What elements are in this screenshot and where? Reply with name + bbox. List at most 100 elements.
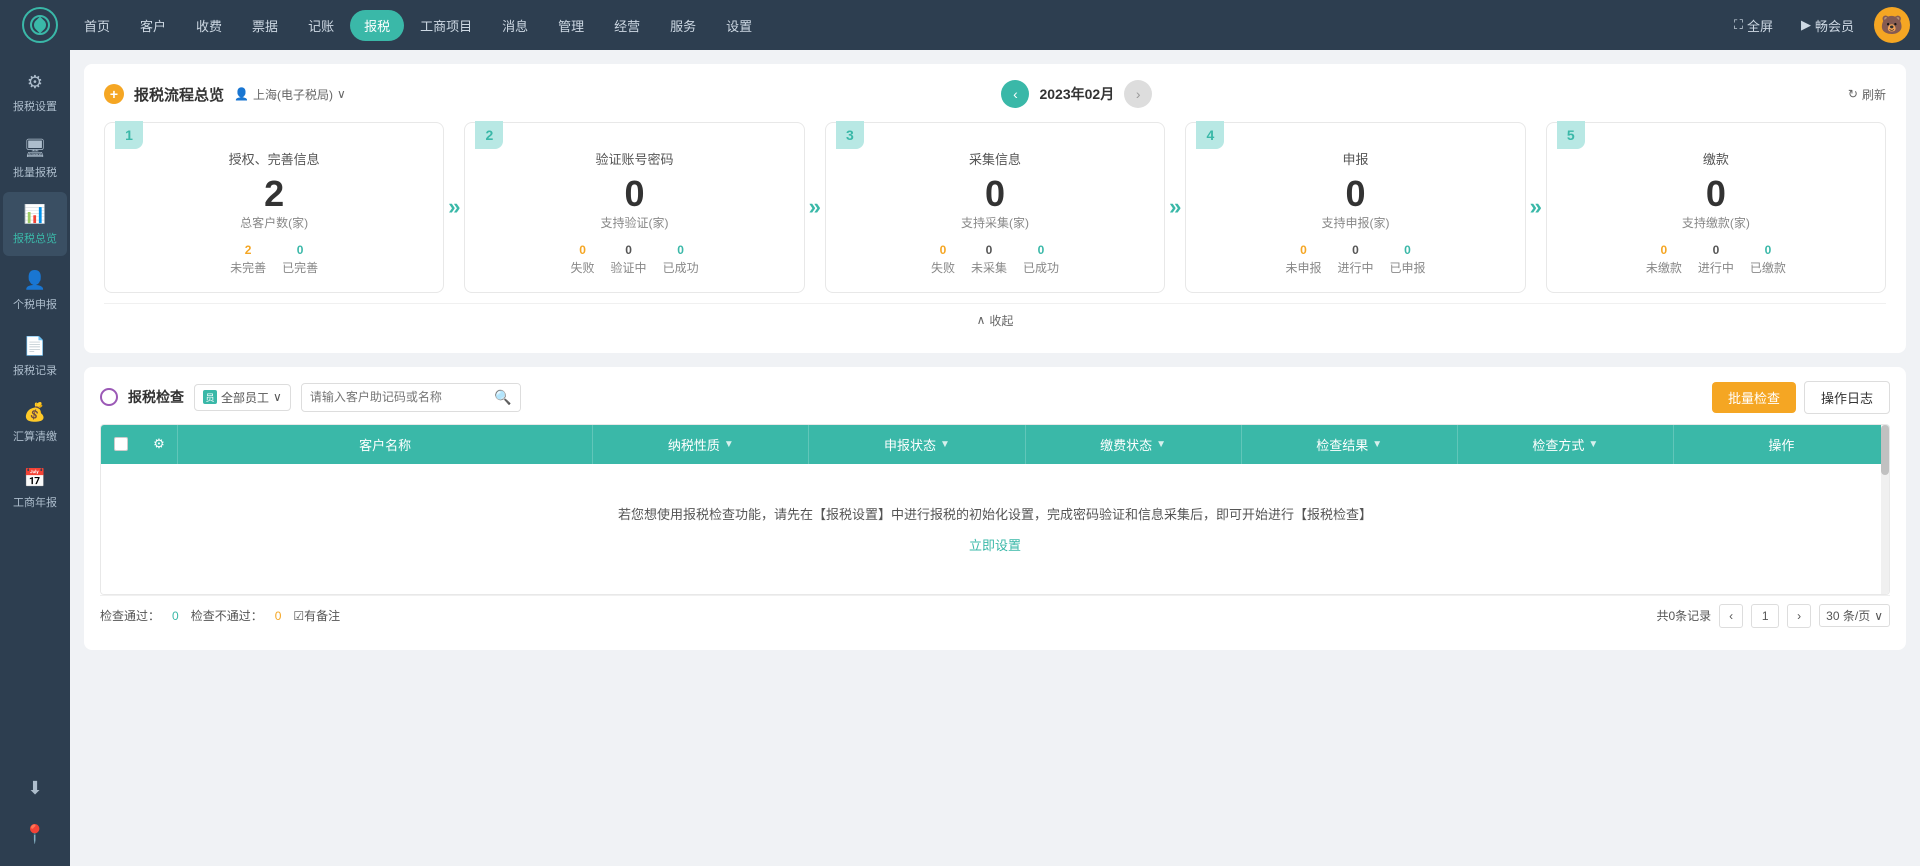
- total-records: 共0条记录: [1656, 607, 1711, 624]
- step-number-2: 2: [475, 121, 503, 149]
- th-tax-nature-text: 纳税性质: [668, 435, 720, 454]
- next-month-button[interactable]: ›: [1124, 80, 1152, 108]
- prev-page-button[interactable]: ‹: [1719, 604, 1743, 628]
- fullscreen-button[interactable]: ⛶ 全屏: [1726, 12, 1781, 39]
- page-size-selector[interactable]: 30 条/页 ∨: [1819, 604, 1890, 627]
- stat-label-uncollected-3: 未采集: [971, 259, 1007, 276]
- vip-button[interactable]: ▶ 畅会员: [1793, 12, 1862, 39]
- fail-label: 检查不通过：: [191, 607, 263, 624]
- sidebar-item-tax-overview[interactable]: 📊 报税总览: [3, 192, 67, 256]
- step-unit-5: 支持缴款(家): [1563, 214, 1869, 231]
- th-tax-nature[interactable]: 纳税性质 ▼: [592, 425, 808, 464]
- stat-label-verifying-2: 验证中: [611, 259, 647, 276]
- check-icon: [100, 388, 118, 406]
- tax-check-title: 报税检查: [128, 387, 184, 407]
- add-icon[interactable]: +: [104, 84, 124, 104]
- sidebar-item-tax-records[interactable]: 📄 报税记录: [3, 324, 67, 388]
- nav-settings[interactable]: 设置: [712, 10, 766, 41]
- refresh-icon: ↻: [1848, 87, 1858, 101]
- th-customer-name-text: 客户名称: [359, 435, 411, 454]
- fullscreen-icon: ⛶: [1734, 17, 1743, 33]
- app-logo[interactable]: [10, 7, 70, 43]
- step-unit-1: 总客户数(家): [121, 214, 427, 231]
- sidebar-item-settlement[interactable]: 💰 汇算清缴: [3, 390, 67, 454]
- tax-overview-icon: 📊: [23, 202, 47, 226]
- nav-home[interactable]: 首页: [70, 10, 124, 41]
- step-count-5: 0: [1563, 174, 1869, 214]
- sidebar-item-download[interactable]: ⬇: [3, 766, 67, 810]
- sidebar-item-annual-report[interactable]: 📅 工商年报: [3, 456, 67, 520]
- sidebar-item-personal-filing[interactable]: 👤 个税申报: [3, 258, 67, 322]
- nav-management[interactable]: 管理: [544, 10, 598, 41]
- location-tag[interactable]: 👤 上海(电子税局) ∨: [234, 86, 346, 103]
- user-avatar[interactable]: 🐻: [1874, 7, 1910, 43]
- stat-num-filed-4: 0: [1389, 243, 1425, 257]
- step-title-5: 缴款: [1563, 149, 1869, 168]
- th-check-result-text: 检查结果: [1316, 435, 1368, 454]
- search-box: 🔍: [301, 383, 521, 412]
- th-check-result[interactable]: 检查结果 ▼: [1241, 425, 1457, 464]
- setup-link[interactable]: 立即设置: [969, 535, 1021, 554]
- next-page-button[interactable]: ›: [1787, 604, 1811, 628]
- refresh-label: 刷新: [1862, 86, 1886, 103]
- step-count-2: 0: [481, 174, 787, 214]
- operation-log-button[interactable]: 操作日志: [1804, 381, 1890, 414]
- th-check-method-text: 检查方式: [1532, 435, 1584, 454]
- nav-bills[interactable]: 票据: [238, 10, 292, 41]
- nav-industry[interactable]: 工商项目: [406, 10, 486, 41]
- personal-filing-icon: 👤: [23, 268, 47, 292]
- employee-filter[interactable]: 员 全部员工 ∨: [194, 384, 291, 411]
- th-settings[interactable]: ⚙: [141, 425, 177, 464]
- main-menu: 首页 客户 收费 票据 记账 报税 工商项目 消息 管理 经营 服务 设置: [70, 10, 1726, 41]
- th-checkbox[interactable]: [101, 425, 141, 464]
- stat-finished: 0 已完善: [282, 243, 318, 276]
- stat-label-fail-2: 失败: [571, 259, 595, 276]
- sidebar-item-batch-tax[interactable]: 🖥 批量报税: [3, 126, 67, 190]
- nav-services[interactable]: 服务: [656, 10, 710, 41]
- prev-month-button[interactable]: ‹: [1001, 80, 1029, 108]
- refresh-button[interactable]: ↻ 刷新: [1848, 86, 1886, 103]
- nav-accounting[interactable]: 记账: [294, 10, 348, 41]
- th-check-method[interactable]: 检查方式 ▼: [1457, 425, 1673, 464]
- select-all-checkbox[interactable]: [114, 437, 128, 451]
- top-nav-right: ⛶ 全屏 ▶ 畅会员 🐻: [1726, 7, 1910, 43]
- nav-customer[interactable]: 客户: [126, 10, 180, 41]
- nav-messages[interactable]: 消息: [488, 10, 542, 41]
- stat-num-success-3: 0: [1023, 243, 1059, 257]
- th-payment-status[interactable]: 缴费状态 ▼: [1025, 425, 1241, 464]
- flow-step-3: 3 采集信息 0 支持采集(家) 0 失败 0 未采集 0 已成功: [825, 122, 1165, 293]
- scrollbar-thumb[interactable]: [1881, 425, 1889, 475]
- collapse-button[interactable]: ∧ 收起: [104, 303, 1886, 337]
- stat-num-fail-3: 0: [931, 243, 955, 257]
- search-button[interactable]: 🔍: [486, 384, 519, 411]
- th-operation-text: 操作: [1768, 435, 1794, 454]
- fail-count[interactable]: 0: [275, 609, 282, 623]
- stat-label-filed-4: 已申报: [1389, 259, 1425, 276]
- filter-arrow-check-result: ▼: [1372, 439, 1382, 450]
- th-filing-status[interactable]: 申报状态 ▼: [808, 425, 1024, 464]
- top-navigation: 首页 客户 收费 票据 记账 报税 工商项目 消息 管理 经营 服务 设置 ⛶ …: [0, 0, 1920, 50]
- step-title-3: 采集信息: [842, 149, 1148, 168]
- nav-fees[interactable]: 收费: [182, 10, 236, 41]
- search-input[interactable]: [302, 385, 487, 409]
- th-filing-status-text: 申报状态: [884, 435, 936, 454]
- sidebar-label-batch-tax: 批量报税: [13, 164, 57, 180]
- month-navigation: ‹ 2023年02月 ›: [1001, 80, 1152, 108]
- note-label: ☑有备注: [293, 607, 340, 624]
- pass-count[interactable]: 0: [172, 609, 179, 623]
- header-right-actions: 批量检查 操作日志: [1712, 381, 1890, 414]
- batch-check-button[interactable]: 批量检查: [1712, 382, 1796, 413]
- scrollbar-track[interactable]: [1881, 425, 1889, 594]
- page-size-label: 30 条/页: [1826, 607, 1870, 624]
- sidebar-item-location[interactable]: 📍: [3, 812, 67, 856]
- stat-label-inprogress-4: 进行中: [1337, 259, 1373, 276]
- flow-step-5: 5 缴款 0 支持缴款(家) 0 未缴款 0 进行中 0 已缴款: [1546, 122, 1886, 293]
- tax-records-icon: 📄: [23, 334, 47, 358]
- vip-icon: ▶: [1801, 17, 1811, 33]
- sidebar-item-tax-settings[interactable]: ⚙ 报税设置: [3, 60, 67, 124]
- stat-unpaid-5: 0 未缴款: [1646, 243, 1682, 276]
- nav-operations[interactable]: 经营: [600, 10, 654, 41]
- th-operation: 操作: [1673, 425, 1889, 464]
- nav-tax[interactable]: 报税: [350, 10, 404, 41]
- step-stats-4: 0 未申报 0 进行中 0 已申报: [1202, 243, 1508, 276]
